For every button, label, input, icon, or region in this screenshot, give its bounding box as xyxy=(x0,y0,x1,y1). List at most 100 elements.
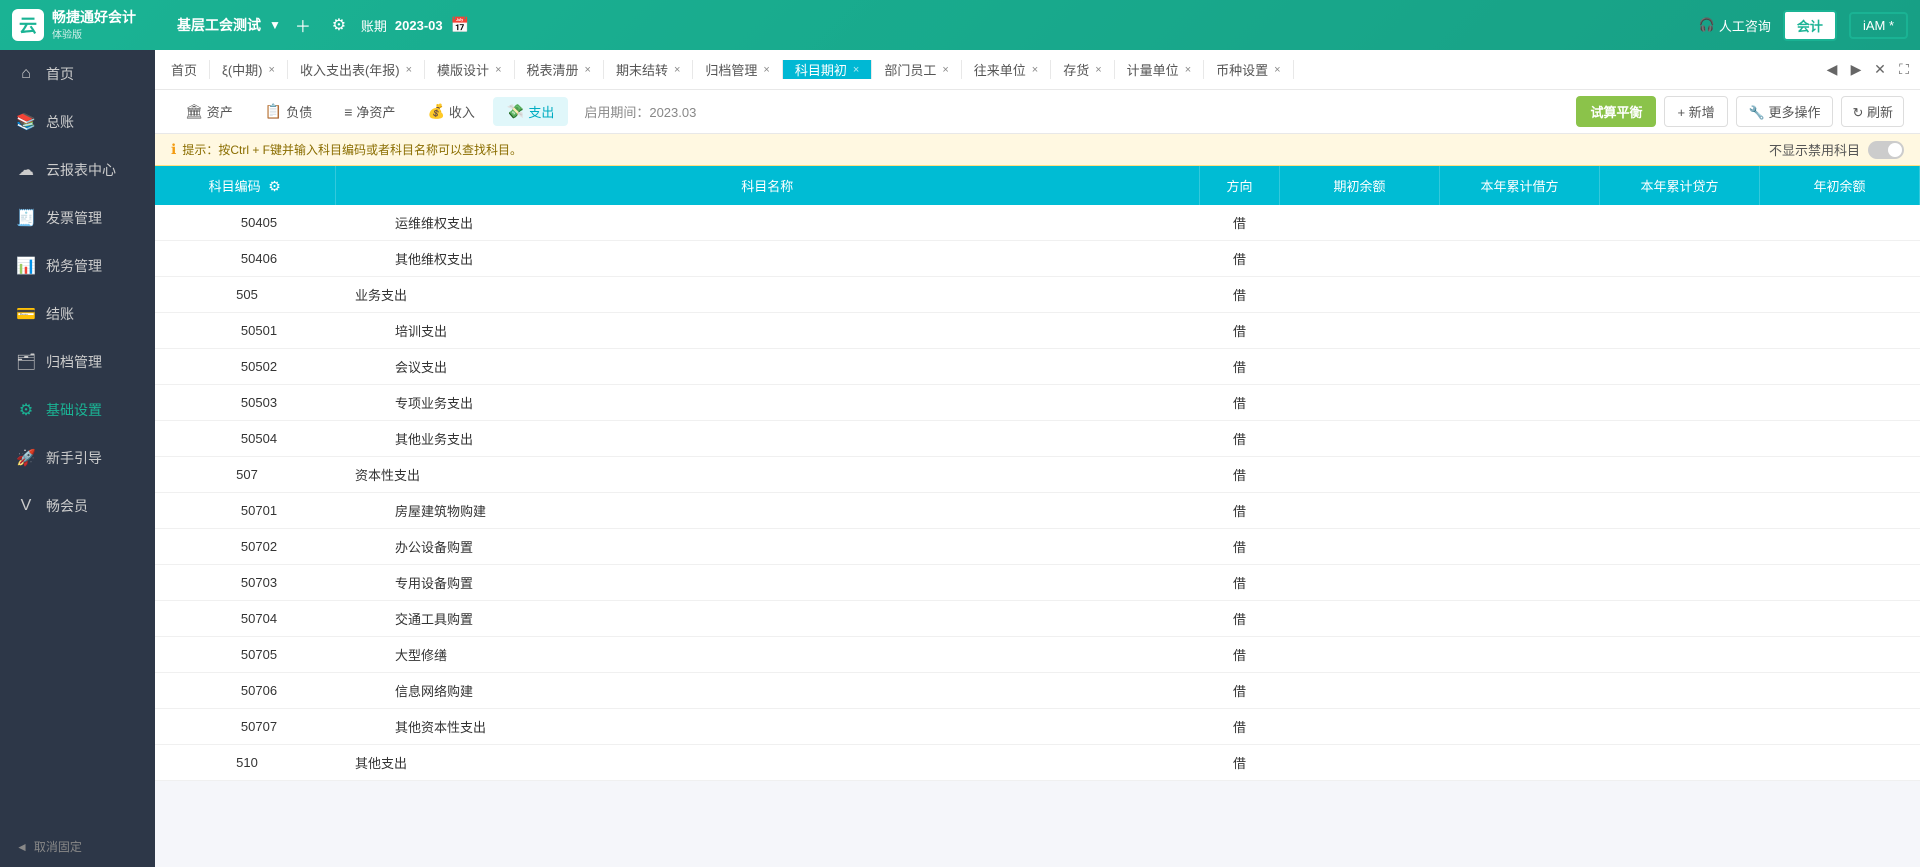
cell-year-bal xyxy=(1760,565,1920,601)
sidebar-item-总账[interactable]: 📚总账 xyxy=(0,98,155,146)
tab-item-1[interactable]: ξ(中期)× xyxy=(210,60,288,79)
tab-item-3[interactable]: 模版设计 × xyxy=(425,60,514,79)
col-settings-icon[interactable]: ⚙ xyxy=(268,178,281,194)
cell-code: 50706 xyxy=(155,673,335,709)
sidebar-item-畅会员[interactable]: V畅会员 xyxy=(0,482,155,530)
tab-close-all-btn[interactable]: ✕ xyxy=(1868,50,1892,90)
tab-close-icon[interactable]: × xyxy=(763,64,769,76)
sub-tab-负债[interactable]: 📋负债 xyxy=(251,97,326,126)
tab-close-icon[interactable]: × xyxy=(495,64,501,76)
sidebar-icon-归档管理: 🗂 xyxy=(16,352,36,372)
header-right: 🎧 人工咨询 会计 iAM * xyxy=(1699,10,1908,41)
logo-area: 云 畅捷通好会计 体验版 xyxy=(12,9,167,41)
tab-item-9[interactable]: 往来单位× xyxy=(962,60,1051,79)
sidebar-item-云报表中心[interactable]: ☁云报表中心 xyxy=(0,146,155,194)
table-row[interactable]: 507 资本性支出 借 xyxy=(155,457,1920,493)
cell-code: 50503 xyxy=(155,385,335,421)
sidebar-icon-云报表中心: ☁ xyxy=(16,160,36,180)
cell-dir: 借 xyxy=(1200,529,1280,565)
tab-label: 模版设计 xyxy=(437,60,489,79)
sidebar-item-结账[interactable]: 💳结账 xyxy=(0,290,155,338)
sidebar-item-发票管理[interactable]: 🧾发票管理 xyxy=(0,194,155,242)
col-header-year-bal: 年初余额 xyxy=(1760,166,1920,205)
table-row[interactable]: 50503 专项业务支出 借 xyxy=(155,385,1920,421)
tab-item-7[interactable]: 科目期初× xyxy=(783,60,872,79)
cell-year-lend xyxy=(1600,493,1760,529)
more-ops-btn[interactable]: 🔧 更多操作 xyxy=(1736,96,1834,127)
table-row[interactable]: 50406 其他维权支出 借 xyxy=(155,241,1920,277)
company-dropdown-icon[interactable]: ▼ xyxy=(269,18,281,32)
table-row[interactable]: 50703 专用设备购置 借 xyxy=(155,565,1920,601)
table-row[interactable]: 50706 信息网络购建 借 xyxy=(155,673,1920,709)
notice-right: 不显示禁用科目 xyxy=(1769,140,1904,159)
sidebar-icon-首页: ⌂ xyxy=(16,65,36,83)
cell-name: 交通工具购置 xyxy=(335,601,1200,637)
tab-item-0[interactable]: 首页 xyxy=(159,60,210,79)
tab-next-btn[interactable]: ▶ xyxy=(1844,50,1868,90)
tab-close-icon[interactable]: × xyxy=(853,64,859,76)
refresh-btn[interactable]: ↻ 刷新 xyxy=(1841,96,1904,127)
tab-item-12[interactable]: 币种设置× xyxy=(1204,60,1293,79)
sidebar-item-首页[interactable]: ⌂首页 xyxy=(0,50,155,98)
sub-tab-支出[interactable]: 💸支出 xyxy=(493,97,568,126)
calendar-icon[interactable]: 📅 xyxy=(451,16,470,34)
customer-service-btn[interactable]: 🎧 人工咨询 xyxy=(1699,16,1771,35)
tab-prev-btn[interactable]: ◀ xyxy=(1820,50,1844,90)
cell-year-lend xyxy=(1600,529,1760,565)
tab-expand-btn[interactable]: ⛶ xyxy=(1892,50,1916,90)
tab-item-11[interactable]: 计量单位× xyxy=(1115,60,1204,79)
sub-tab-资产[interactable]: 🏛资产 xyxy=(171,97,247,126)
tab-item-8[interactable]: 部门员工× xyxy=(872,60,961,79)
table-row[interactable]: 50705 大型修缮 借 xyxy=(155,637,1920,673)
sub-tab-收入[interactable]: 💰收入 xyxy=(413,97,488,126)
tab-item-2[interactable]: 收入支出表(年报)× xyxy=(288,60,425,79)
sidebar-item-税务管理[interactable]: 📊税务管理 xyxy=(0,242,155,290)
table-row[interactable]: 50704 交通工具购置 借 xyxy=(155,601,1920,637)
tab-item-5[interactable]: 期末结转× xyxy=(604,60,693,79)
settings-icon[interactable]: ⚙ xyxy=(325,11,353,39)
col-header-period-bal: 期初余额 xyxy=(1280,166,1440,205)
pin-sidebar-btn[interactable]: ◄ 取消固定 xyxy=(0,826,155,867)
table-row[interactable]: 50504 其他业务支出 借 xyxy=(155,421,1920,457)
tab-close-icon[interactable]: × xyxy=(585,64,591,76)
table-row[interactable]: 50502 会议支出 借 xyxy=(155,349,1920,385)
period-value: 2023-03 xyxy=(395,18,443,33)
cell-dir: 借 xyxy=(1200,385,1280,421)
tab-item-6[interactable]: 归档管理× xyxy=(693,60,782,79)
add-btn[interactable]: + 新增 xyxy=(1664,96,1727,127)
tab-close-icon[interactable]: × xyxy=(1274,64,1280,76)
cell-period-bal xyxy=(1280,673,1440,709)
sidebar-label: 畅会员 xyxy=(46,496,88,516)
disabled-toggle[interactable] xyxy=(1868,141,1904,159)
tab-close-icon[interactable]: × xyxy=(674,64,680,76)
sub-tab-净资产[interactable]: ≡净资产 xyxy=(330,97,409,126)
table-row[interactable]: 50405 运维维权支出 借 xyxy=(155,205,1920,241)
table-row[interactable]: 50701 房屋建筑物购建 借 xyxy=(155,493,1920,529)
cell-year-borrow xyxy=(1440,601,1600,637)
cell-period-bal xyxy=(1280,205,1440,241)
table-row[interactable]: 505 业务支出 借 xyxy=(155,277,1920,313)
tab-item-4[interactable]: 税表清册× xyxy=(515,60,604,79)
tab-close-icon[interactable]: × xyxy=(1032,64,1038,76)
tab-item-10[interactable]: 存货× xyxy=(1051,60,1114,79)
tab-close-icon[interactable]: × xyxy=(269,64,275,76)
sidebar-item-新手引导[interactable]: 🚀新手引导 xyxy=(0,434,155,482)
cell-year-bal xyxy=(1760,349,1920,385)
sidebar-item-归档管理[interactable]: 🗂归档管理 xyxy=(0,338,155,386)
table-row[interactable]: 50501 培训支出 借 xyxy=(155,313,1920,349)
calc-balance-btn[interactable]: 试算平衡 xyxy=(1576,96,1656,127)
tab-close-icon[interactable]: × xyxy=(1185,64,1191,76)
tab-label: 首页 xyxy=(171,60,197,79)
tab-close-icon[interactable]: × xyxy=(942,64,948,76)
cell-year-lend xyxy=(1600,421,1760,457)
notice-text: 提示：按Ctrl + F键并输入科目编码或者科目名称可以查找科目。 xyxy=(182,141,522,158)
add-tab-btn[interactable]: ＋ xyxy=(289,11,317,39)
table-row[interactable]: 50702 办公设备购置 借 xyxy=(155,529,1920,565)
iam-button[interactable]: iAM * xyxy=(1849,12,1908,39)
table-row[interactable]: 50707 其他资本性支出 借 xyxy=(155,709,1920,745)
table-row[interactable]: 510 其他支出 借 xyxy=(155,745,1920,781)
sidebar-item-基础设置[interactable]: ⚙基础设置 xyxy=(0,386,155,434)
tab-close-icon[interactable]: × xyxy=(406,64,412,76)
tab-close-icon[interactable]: × xyxy=(1095,64,1101,76)
account-button[interactable]: 会计 xyxy=(1783,10,1837,41)
